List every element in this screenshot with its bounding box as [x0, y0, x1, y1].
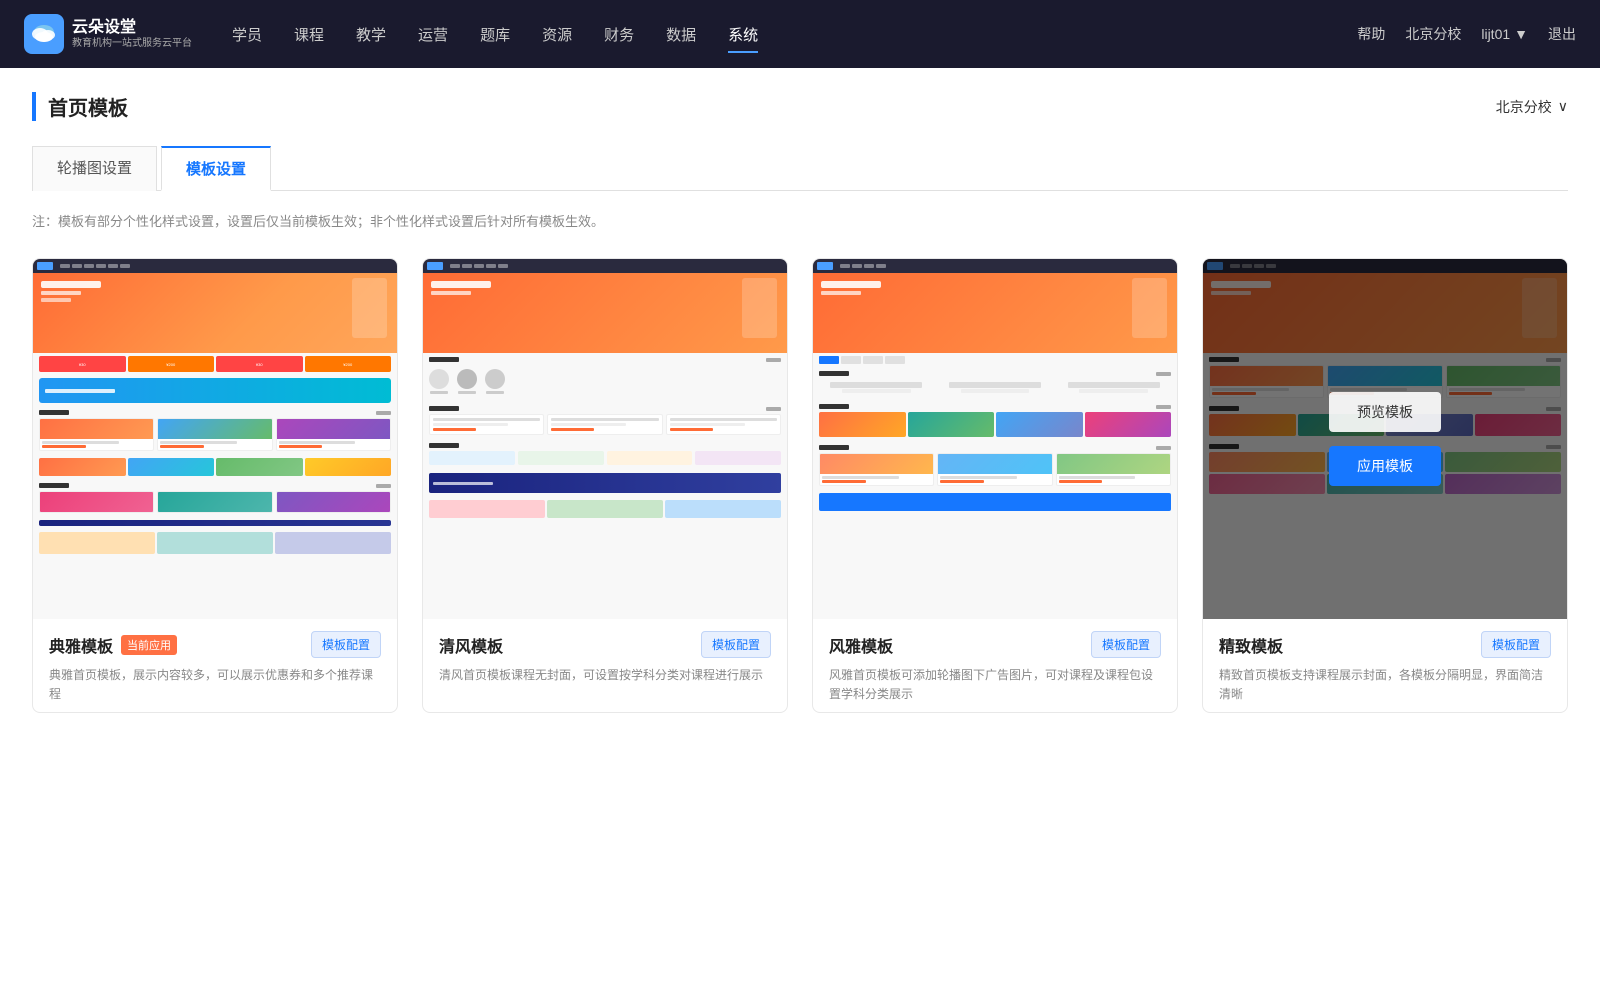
template-desc-dianye: 典雅首页模板，展示内容较多，可以展示优惠券和多个推荐课程 [49, 666, 381, 704]
nav-logout[interactable]: 退出 [1548, 24, 1576, 44]
nav-item-teaching[interactable]: 教学 [356, 20, 386, 49]
template-preview-jingzhi: 预览模板 应用模板 [1203, 259, 1567, 619]
nav-branch[interactable]: 北京分校 [1405, 24, 1461, 44]
template-name-jingzhi: 精致模板 [1219, 633, 1283, 657]
nav-item-question-bank[interactable]: 题库 [480, 20, 510, 49]
tab-template[interactable]: 模板设置 [161, 146, 271, 191]
page-header: 首页模板 北京分校 ∨ [32, 92, 1568, 121]
page-content: 首页模板 北京分校 ∨ 轮播图设置 模板设置 注：模板有部分个性化样式设置，设置… [0, 68, 1600, 990]
template-preview-dianye: ¥30 ¥200 ¥30 ¥200 [33, 259, 397, 619]
config-btn-fengya[interactable]: 模板配置 [1091, 631, 1161, 658]
badge-current-dianye: 当前应用 [121, 635, 177, 655]
tab-carousel[interactable]: 轮播图设置 [32, 146, 157, 191]
template-desc-fengya: 风雅首页模板可添加轮播图下广告图片，可对课程及课程包设置学科分类展示 [829, 666, 1161, 704]
template-desc-jingzhi: 精致首页模板支持课程展示封面，各模板分隔明显，界面简洁清晰 [1219, 666, 1551, 704]
template-card-jingzhi: 预览模板 应用模板 精致模板 模板配置 精致首页模板支持课程展示封面，各模板分隔… [1202, 258, 1568, 713]
tab-bar: 轮播图设置 模板设置 [32, 145, 1568, 191]
nav-item-finance[interactable]: 财务 [604, 20, 634, 49]
config-btn-dianye[interactable]: 模板配置 [311, 631, 381, 658]
template-card-footer-jingzhi: 精致模板 模板配置 精致首页模板支持课程展示封面，各模板分隔明显，界面简洁清晰 [1203, 619, 1567, 712]
page-title: 首页模板 [32, 92, 128, 121]
template-preview-qingfeng [423, 259, 787, 619]
config-btn-jingzhi[interactable]: 模板配置 [1481, 631, 1551, 658]
nav-item-resources[interactable]: 资源 [542, 20, 572, 49]
template-card-qingfeng: 清风模板 模板配置 清风首页模板课程无封面，可设置按学科分类对课程进行展示 [422, 258, 788, 713]
mock-logo [37, 262, 53, 270]
branch-selector[interactable]: 北京分校 ∨ [1496, 97, 1568, 117]
nav-right: 帮助 北京分校 lijt01 ▼ 退出 [1357, 24, 1576, 44]
config-btn-qingfeng[interactable]: 模板配置 [701, 631, 771, 658]
template-desc-qingfeng: 清风首页模板课程无封面，可设置按学科分类对课程进行展示 [439, 666, 771, 685]
chevron-down-icon: ∨ [1558, 98, 1568, 115]
nav-item-students[interactable]: 学员 [232, 20, 262, 49]
template-card-footer-dianye: 典雅模板 当前应用 模板配置 典雅首页模板，展示内容较多，可以展示优惠券和多个推… [33, 619, 397, 712]
logo-main-text: 云朵设堂 [72, 18, 192, 37]
templates-grid: ¥30 ¥200 ¥30 ¥200 [32, 258, 1568, 713]
template-preview-fengya [813, 259, 1177, 619]
template-name-dianye: 典雅模板 [49, 633, 113, 657]
nav-user-dropdown[interactable]: lijt01 ▼ [1481, 26, 1528, 42]
template-name-fengya: 风雅模板 [829, 633, 893, 657]
template-card-footer-fengya: 风雅模板 模板配置 风雅首页模板可添加轮播图下广告图片，可对课程及课程包设置学科… [813, 619, 1177, 712]
template-card-fengya: 风雅模板 模板配置 风雅首页模板可添加轮播图下广告图片，可对课程及课程包设置学科… [812, 258, 1178, 713]
nav-item-system[interactable]: 系统 [728, 20, 758, 49]
nav-menu: 学员 课程 教学 运营 题库 资源 财务 数据 系统 [232, 20, 1357, 49]
note-text: 注：模板有部分个性化样式设置，设置后仅当前模板生效；非个性化样式设置后针对所有模… [32, 211, 1568, 230]
template-hover-overlay-jingzhi: 预览模板 应用模板 [1203, 259, 1567, 619]
nav-item-operations[interactable]: 运营 [418, 20, 448, 49]
logo-sub-text: 教育机构一站式服务云平台 [72, 38, 192, 50]
template-card-dianye: ¥30 ¥200 ¥30 ¥200 [32, 258, 398, 713]
nav-help[interactable]: 帮助 [1357, 24, 1385, 44]
nav-item-courses[interactable]: 课程 [294, 20, 324, 49]
template-card-footer-qingfeng: 清风模板 模板配置 清风首页模板课程无封面，可设置按学科分类对课程进行展示 [423, 619, 787, 693]
nav-logo[interactable]: 云朵设堂 教育机构一站式服务云平台 [24, 14, 192, 54]
apply-template-button[interactable]: 应用模板 [1329, 446, 1441, 486]
preview-template-button[interactable]: 预览模板 [1329, 392, 1441, 432]
nav-item-data[interactable]: 数据 [666, 20, 696, 49]
template-name-qingfeng: 清风模板 [439, 633, 503, 657]
top-navigation: 云朵设堂 教育机构一站式服务云平台 学员 课程 教学 运营 题库 资源 财务 数… [0, 0, 1600, 68]
logo-icon [24, 14, 64, 54]
